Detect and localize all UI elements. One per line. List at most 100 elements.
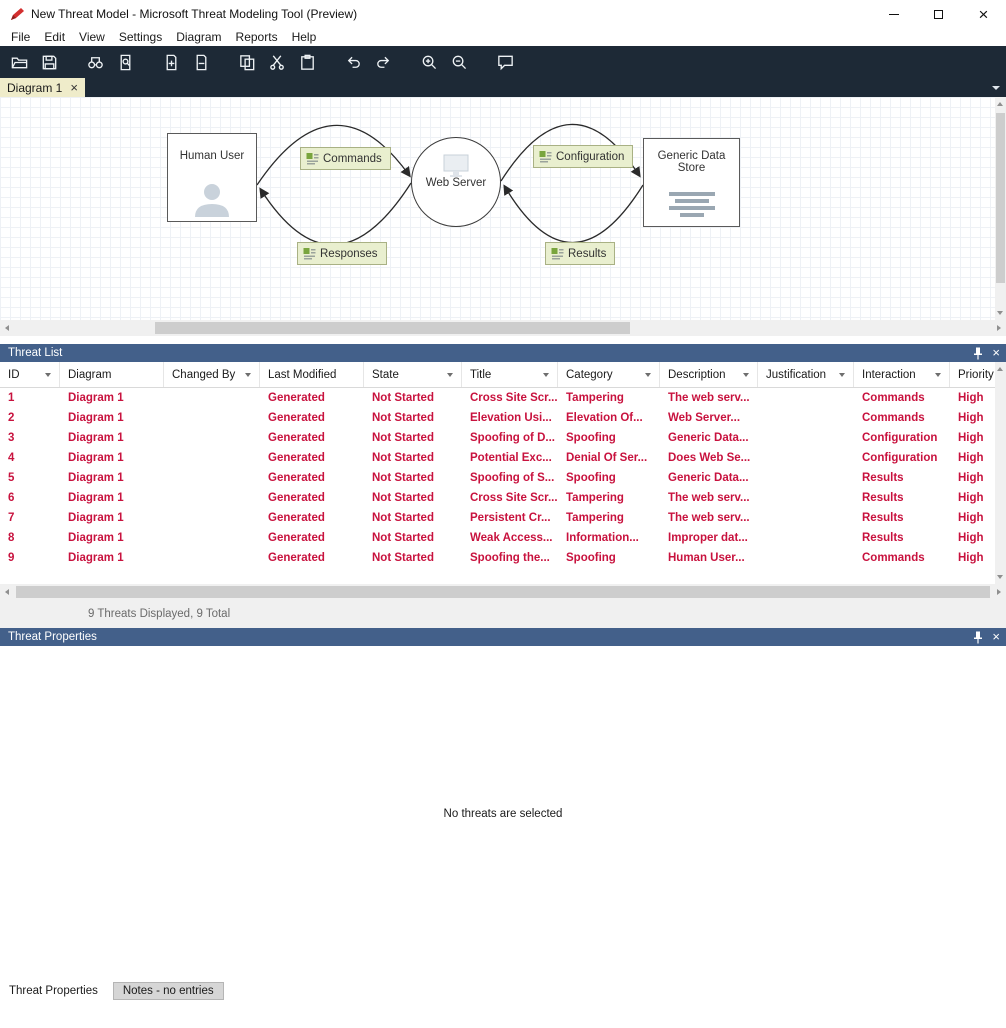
flow-label-configuration[interactable]: Configuration xyxy=(533,145,633,168)
column-header-justification[interactable]: Justification xyxy=(758,362,854,387)
threat-list-horizontal-scrollbar[interactable] xyxy=(0,584,1006,600)
menu-help[interactable]: Help xyxy=(285,28,324,46)
filter-dropdown-icon[interactable] xyxy=(447,373,453,377)
validate-button[interactable] xyxy=(110,48,140,76)
undo-button[interactable] xyxy=(338,48,368,76)
threat-row[interactable]: 3Diagram 1GeneratedNot StartedSpoofing o… xyxy=(0,428,1006,448)
close-panel-icon[interactable] xyxy=(992,630,1000,644)
scroll-right-icon[interactable] xyxy=(997,325,1001,331)
flow-results-path[interactable] xyxy=(505,185,643,243)
pin-icon[interactable] xyxy=(973,631,983,644)
scrollbar-thumb[interactable] xyxy=(155,322,630,334)
column-header-title[interactable]: Title xyxy=(462,362,558,387)
threat-cell-description: The web serv... xyxy=(660,392,758,404)
scrollbar-thumb[interactable] xyxy=(996,113,1005,283)
threat-cell-interaction: Commands xyxy=(854,412,950,424)
column-header-interaction[interactable]: Interaction xyxy=(854,362,950,387)
diagram-canvas[interactable]: Human User Web Server Generic Data Store xyxy=(0,97,995,320)
filter-dropdown-icon[interactable] xyxy=(839,373,845,377)
flow-label-responses[interactable]: Responses xyxy=(297,242,387,265)
threat-cell-last_modified: Generated xyxy=(260,392,364,404)
pin-icon[interactable] xyxy=(973,347,983,360)
menu-view[interactable]: View xyxy=(72,28,112,46)
close-panel-icon[interactable] xyxy=(992,346,1000,360)
canvas-vertical-scrollbar[interactable] xyxy=(995,97,1006,320)
flow-label-commands[interactable]: Commands xyxy=(300,147,391,170)
threat-row[interactable]: 1Diagram 1GeneratedNot StartedCross Site… xyxy=(0,388,1006,408)
column-header-diagram[interactable]: Diagram xyxy=(60,362,164,387)
scroll-up-icon[interactable] xyxy=(997,367,1003,371)
threat-row[interactable]: 9Diagram 1GeneratedNot StartedSpoofing t… xyxy=(0,548,1006,568)
menu-diagram[interactable]: Diagram xyxy=(169,28,228,46)
tab-notes[interactable]: Notes - no entries xyxy=(113,982,224,1000)
save-button[interactable] xyxy=(34,48,64,76)
filter-dropdown-icon[interactable] xyxy=(245,373,251,377)
tab-diagram-1[interactable]: Diagram 1 xyxy=(0,78,85,97)
splitter[interactable] xyxy=(0,336,1006,344)
add-diagram-button[interactable] xyxy=(156,48,186,76)
flow-responses-path[interactable] xyxy=(261,183,411,245)
threat-row[interactable]: 8Diagram 1GeneratedNot StartedWeak Acces… xyxy=(0,528,1006,548)
threat-row[interactable]: 4Diagram 1GeneratedNot StartedPotential … xyxy=(0,448,1006,468)
close-button[interactable] xyxy=(961,0,1006,28)
paste-icon xyxy=(298,53,317,72)
toolbar xyxy=(0,46,1006,78)
open-button[interactable] xyxy=(4,48,34,76)
redo-button[interactable] xyxy=(368,48,398,76)
empty-selection-message: No threats are selected xyxy=(444,808,563,820)
column-header-category[interactable]: Category xyxy=(558,362,660,387)
column-header-changed_by[interactable]: Changed By xyxy=(164,362,260,387)
node-web-server[interactable]: Web Server xyxy=(411,137,501,227)
menu-edit[interactable]: Edit xyxy=(37,28,72,46)
filter-dropdown-icon[interactable] xyxy=(543,373,549,377)
minimize-button[interactable] xyxy=(871,0,916,28)
flow-label-text: Results xyxy=(568,248,606,260)
threat-cell-title: Spoofing of D... xyxy=(462,432,558,444)
menu-file[interactable]: File xyxy=(4,28,37,46)
cut-button[interactable] xyxy=(262,48,292,76)
paste-button[interactable] xyxy=(292,48,322,76)
feedback-button[interactable] xyxy=(490,48,520,76)
tab-threat-properties[interactable]: Threat Properties xyxy=(0,982,107,1000)
threat-list-vertical-scrollbar[interactable] xyxy=(995,362,1006,584)
filter-dropdown-icon[interactable] xyxy=(743,373,749,377)
threat-cell-title: Weak Access... xyxy=(462,532,558,544)
zoom-out-button[interactable] xyxy=(444,48,474,76)
threat-row[interactable]: 5Diagram 1GeneratedNot StartedSpoofing o… xyxy=(0,468,1006,488)
scroll-left-icon[interactable] xyxy=(5,589,9,595)
threat-cell-id: 8 xyxy=(0,532,60,544)
threat-row[interactable]: 7Diagram 1GeneratedNot StartedPersistent… xyxy=(0,508,1006,528)
threat-cell-category: Denial Of Ser... xyxy=(558,452,660,464)
filter-dropdown-icon[interactable] xyxy=(935,373,941,377)
column-header-last_modified[interactable]: Last Modified xyxy=(260,362,364,387)
scroll-down-icon[interactable] xyxy=(997,311,1003,315)
scroll-down-icon[interactable] xyxy=(997,575,1003,579)
column-header-description[interactable]: Description xyxy=(660,362,758,387)
tab-close-icon[interactable] xyxy=(70,81,78,95)
flow-label-results[interactable]: Results xyxy=(545,242,615,265)
tab-list-dropdown-icon[interactable] xyxy=(992,86,1000,90)
filter-dropdown-icon[interactable] xyxy=(645,373,651,377)
node-generic-data-store[interactable]: Generic Data Store xyxy=(643,138,740,227)
scroll-right-icon[interactable] xyxy=(997,589,1001,595)
maximize-button[interactable] xyxy=(916,0,961,28)
threat-cell-state: Not Started xyxy=(364,512,462,524)
canvas-horizontal-scrollbar[interactable] xyxy=(0,320,1006,336)
filter-dropdown-icon[interactable] xyxy=(45,373,51,377)
threat-cell-id: 5 xyxy=(0,472,60,484)
zoom-in-button[interactable] xyxy=(414,48,444,76)
node-human-user[interactable]: Human User xyxy=(167,133,257,222)
threat-row[interactable]: 6Diagram 1GeneratedNot StartedCross Site… xyxy=(0,488,1006,508)
copy-button[interactable] xyxy=(232,48,262,76)
find-button[interactable] xyxy=(80,48,110,76)
remove-diagram-button[interactable] xyxy=(186,48,216,76)
threat-properties-header: Threat Properties xyxy=(0,628,1006,646)
scroll-left-icon[interactable] xyxy=(5,325,9,331)
threat-row[interactable]: 2Diagram 1GeneratedNot StartedElevation … xyxy=(0,408,1006,428)
column-header-state[interactable]: State xyxy=(364,362,462,387)
scroll-up-icon[interactable] xyxy=(997,102,1003,106)
menu-reports[interactable]: Reports xyxy=(229,28,285,46)
menu-settings[interactable]: Settings xyxy=(112,28,169,46)
scrollbar-thumb[interactable] xyxy=(16,586,990,598)
column-header-id[interactable]: ID xyxy=(0,362,60,387)
